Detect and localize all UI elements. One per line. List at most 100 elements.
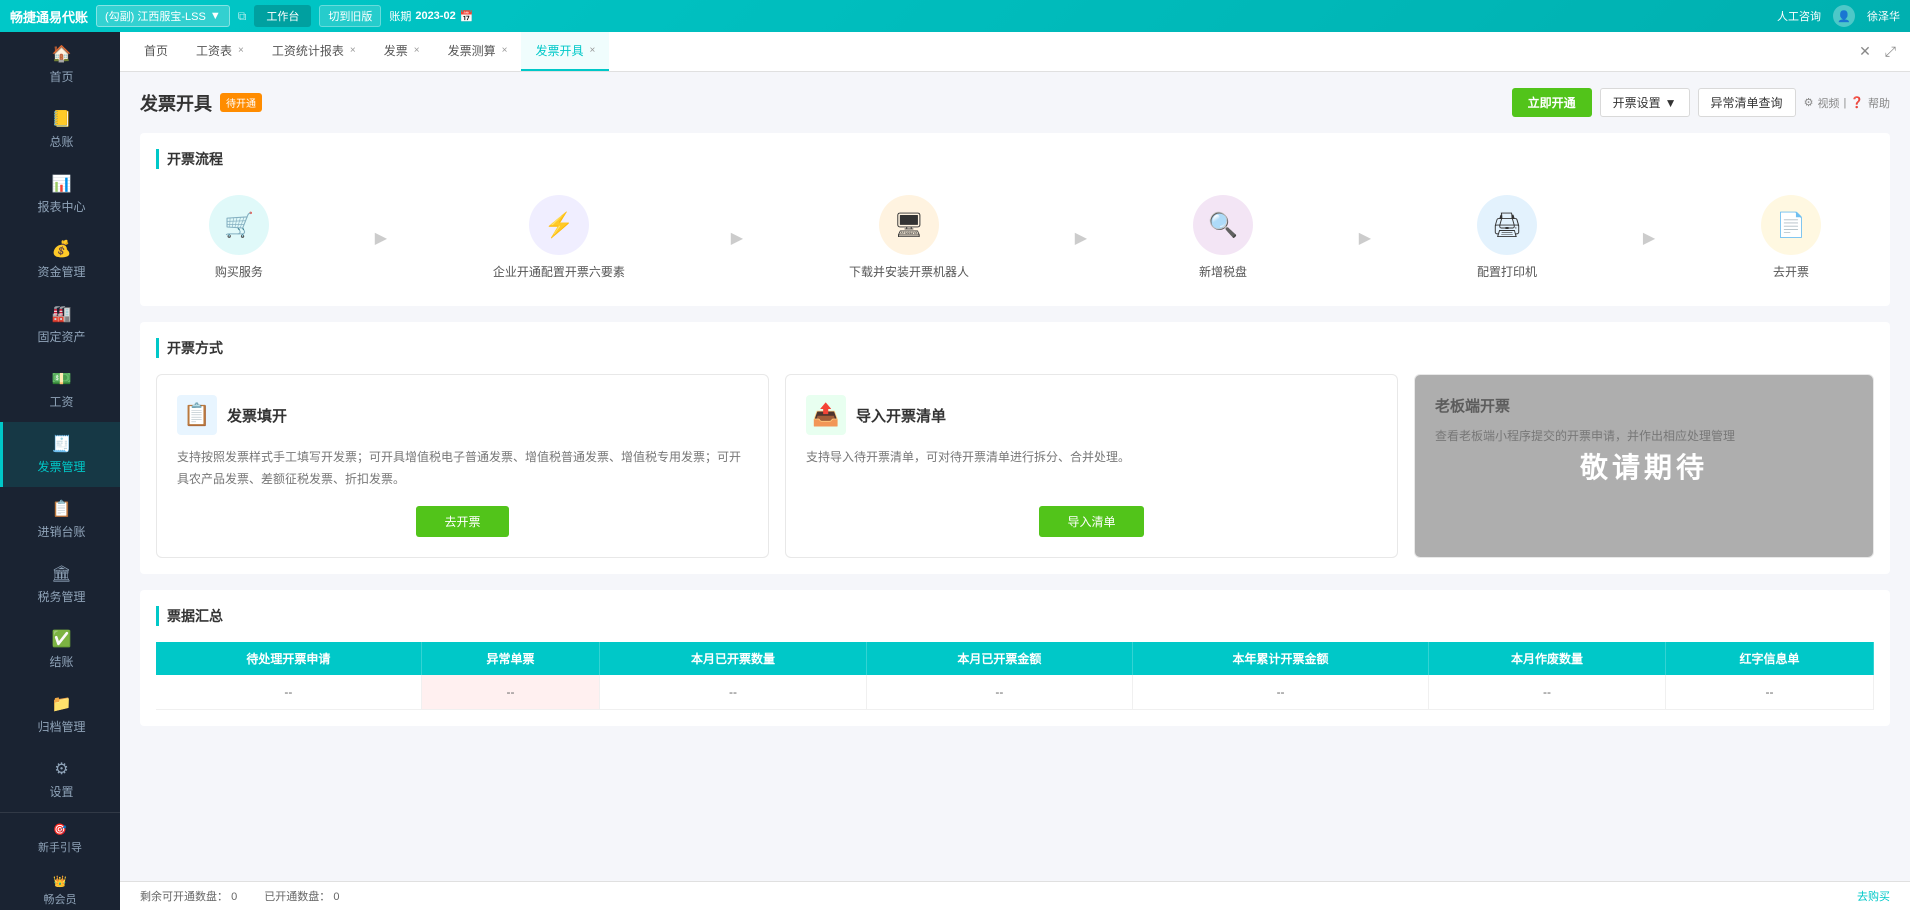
process-step-config-printer[interactable]: 🖨配置打印机	[1477, 195, 1537, 280]
billing-methods-container: 📋 发票填开 支持按照发票样式手工填写开发票；可开具增值税电子普通发票、增值税普…	[156, 374, 1874, 558]
tab-invoice-calc[interactable]: 发票测算 ×	[434, 32, 522, 71]
step-arrow: ▶	[1075, 228, 1087, 248]
sidebar-item-funds[interactable]: 💰资金管理	[0, 227, 120, 292]
process-step-config[interactable]: ⚡企业开通配置开票六要素	[493, 195, 625, 280]
tab-label-invoice-tools: 发票开具	[535, 42, 583, 59]
config-label: 企业开通配置开票六要素	[493, 263, 625, 280]
sidebar-item-settings[interactable]: ⚙ 设置	[0, 747, 120, 812]
old-terminal-card: 敬请期待 老板端开票 查看老板端小程序提交的开票申请，并作出相应处理管理	[1414, 374, 1874, 558]
company-selector[interactable]: (勾副) 江西服宝-LSS ▼	[96, 5, 230, 27]
tab-bar: 首页工资表×工资统计报表× 发票 × 发票测算 × 发票开具 × ✕ ⤢	[120, 32, 1910, 72]
buy-service-icon: 🛒	[209, 195, 269, 255]
manual-card-title: 发票填开	[227, 405, 287, 426]
old-version-button[interactable]: 切到旧版	[319, 5, 381, 27]
restore-window-button[interactable]: ⤢	[1881, 41, 1900, 62]
copy-icon[interactable]: ⧉	[238, 9, 247, 24]
tab-close-salary-stats[interactable]: ×	[350, 45, 356, 56]
consultant-link[interactable]: 人工咨询	[1777, 8, 1821, 24]
period-display: 账期 2023-02 📅	[389, 8, 473, 24]
step-arrow: ▶	[731, 228, 743, 248]
summary-column-header: 待处理开票申请	[156, 642, 421, 675]
tab-close-invoice-calc[interactable]: ×	[502, 45, 508, 56]
import-list-button[interactable]: 导入清单	[1039, 506, 1143, 537]
workspace-button[interactable]: 工作台	[254, 5, 311, 27]
sidebar-item-reports[interactable]: 📊报表中心	[0, 162, 120, 227]
tab-close-invoice[interactable]: ×	[414, 45, 420, 56]
manual-billing-card: 📋 发票填开 支持按照发票样式手工填写开发票；可开具增值税电子普通发票、增值税普…	[156, 374, 769, 558]
open-invoice-icon: 📄	[1761, 195, 1821, 255]
sidebar-label-invoices: 发票管理	[37, 458, 85, 475]
salary-icon: 💵	[52, 369, 72, 389]
tab-home[interactable]: 首页	[130, 32, 182, 71]
sidebar-label-settings: 设置	[49, 783, 73, 800]
process-step-buy-service[interactable]: 🛒 购买服务	[209, 195, 269, 280]
import-card-title: 导入开票清单	[856, 405, 946, 426]
settings-dropdown-icon: ▼	[1665, 96, 1677, 110]
sidebar-label-settlement: 结账	[49, 653, 73, 670]
add-taxboard-label: 新增税盘	[1199, 263, 1247, 280]
question-icon: ❓	[1850, 96, 1864, 109]
sidebar-item-salary[interactable]: 💵 工资	[0, 357, 120, 422]
content-area: 首页工资表×工资统计报表× 发票 × 发票测算 × 发票开具 × ✕ ⤢ 发票开具 待开通 …	[120, 32, 1910, 910]
config-printer-label: 配置打印机	[1477, 263, 1537, 280]
tab-invoice[interactable]: 发票 ×	[370, 32, 434, 71]
tab-salary-table[interactable]: 工资表×	[182, 32, 258, 71]
step-arrow: ▶	[375, 228, 387, 248]
close-all-tabs-button[interactable]: ✕	[1855, 41, 1875, 62]
settings-button[interactable]: 开票设置 ▼	[1600, 88, 1690, 117]
tab-close-invoice-tools[interactable]: ×	[589, 45, 595, 56]
sidebar-item-assets[interactable]: 🏭固定资产	[0, 292, 120, 357]
tab-close-salary-table[interactable]: ×	[238, 45, 244, 56]
calendar-icon[interactable]: 📅	[460, 10, 474, 23]
sidebar-item-tax[interactable]: 🏛税务管理	[0, 552, 120, 617]
process-step-open-invoice[interactable]: 📄 去开票	[1761, 195, 1821, 280]
bottom-bar: 剩余可开通数盘： 0 已开通数盘： 0 去购买	[120, 881, 1910, 910]
purchase-icon: 📋	[52, 499, 72, 519]
sidebar-item-home[interactable]: 🏠首页	[0, 32, 120, 97]
sidebar-item-settlement[interactable]: ✅结账	[0, 617, 120, 682]
go-invoice-button[interactable]: 去开票	[416, 506, 508, 537]
page-title: 发票开具	[140, 90, 212, 116]
add-taxboard-icon: 🔍	[1193, 195, 1253, 255]
remaining-info: 剩余可开通数盘： 0 已开通数盘： 0	[140, 888, 339, 904]
tab-salary-stats[interactable]: 工资统计报表×	[258, 32, 370, 71]
tab-label-invoice: 发票	[384, 42, 408, 59]
manual-card-action: 去开票	[177, 506, 748, 537]
summary-data-cell: --	[600, 675, 866, 710]
buy-service-label: 购买服务	[215, 263, 263, 280]
coming-soon-text: 敬请期待	[1580, 446, 1708, 486]
sidebar-item-newbie[interactable]: 🎯新手引导	[0, 813, 120, 865]
summary-column-header: 本月已开票数量	[600, 642, 866, 675]
billing-section: 开票方式 📋 发票填开 支持按照发票样式手工填写开发票；可开具增值税电子普通发票…	[140, 322, 1890, 574]
process-step-add-taxboard[interactable]: 🔍 新增税盘	[1193, 195, 1253, 280]
sidebar-item-ledger[interactable]: 📒总账	[0, 97, 120, 162]
member-icon: 👑	[53, 875, 67, 888]
summary-column-header: 本年累计开票金额	[1133, 642, 1429, 675]
sidebar-item-purchase[interactable]: 📋进销台账	[0, 487, 120, 552]
sidebar-item-member[interactable]: 👑畅会员	[0, 865, 120, 910]
summary-data-cell: --	[866, 675, 1132, 710]
summary-section-title: 票据汇总	[156, 606, 1874, 626]
sidebar-item-archive[interactable]: 📁归档管理	[0, 682, 120, 747]
summary-column-header: 本月已开票金额	[866, 642, 1132, 675]
ledger-icon: 📒	[52, 109, 72, 129]
page-header: 发票开具 待开通 立即开通 开票设置 ▼ 异常清单查询 ⚙ 视频 | ❓	[140, 88, 1890, 117]
sidebar-label-salary: 工资	[49, 393, 73, 410]
sidebar-bottom: 🎯新手引导👑畅会员	[0, 812, 120, 910]
summary-column-header: 红字信息单	[1666, 642, 1874, 675]
buy-link[interactable]: 去购买	[1857, 888, 1890, 904]
open-invoice-label: 去开票	[1773, 263, 1809, 280]
tab-invoice-tools[interactable]: 发票开具 ×	[521, 32, 609, 71]
abnormal-query-button[interactable]: 异常清单查询	[1698, 88, 1796, 117]
process-section: 开票流程 🛒购买服务▶⚡企业开通配置开票六要素▶🖥下载并安装开票机器人▶🔍新增税…	[140, 133, 1890, 306]
main-layout: 🏠首页📒总账📊报表中心💰资金管理🏭固定资产 💵 工资 🧾发票管理📋进销台账🏛税务管理✅…	[0, 32, 1910, 910]
immediate-open-button[interactable]: 立即开通	[1512, 88, 1592, 117]
summary-table-body: --------------	[156, 675, 1874, 710]
settings-icon: ⚙	[54, 759, 68, 779]
sidebar-item-invoices[interactable]: 🧾发票管理	[0, 422, 120, 487]
top-bar-left: 畅捷通易代账 (勾副) 江西服宝-LSS ▼ ⧉ 工作台 切到旧版 账期 202…	[10, 5, 473, 27]
process-step-download[interactable]: 🖥下载并安装开票机器人	[849, 195, 969, 280]
tab-label-invoice-calc: 发票测算	[448, 42, 496, 59]
user-name[interactable]: 徐泽华	[1867, 8, 1900, 24]
status-badge: 待开通	[220, 93, 262, 112]
